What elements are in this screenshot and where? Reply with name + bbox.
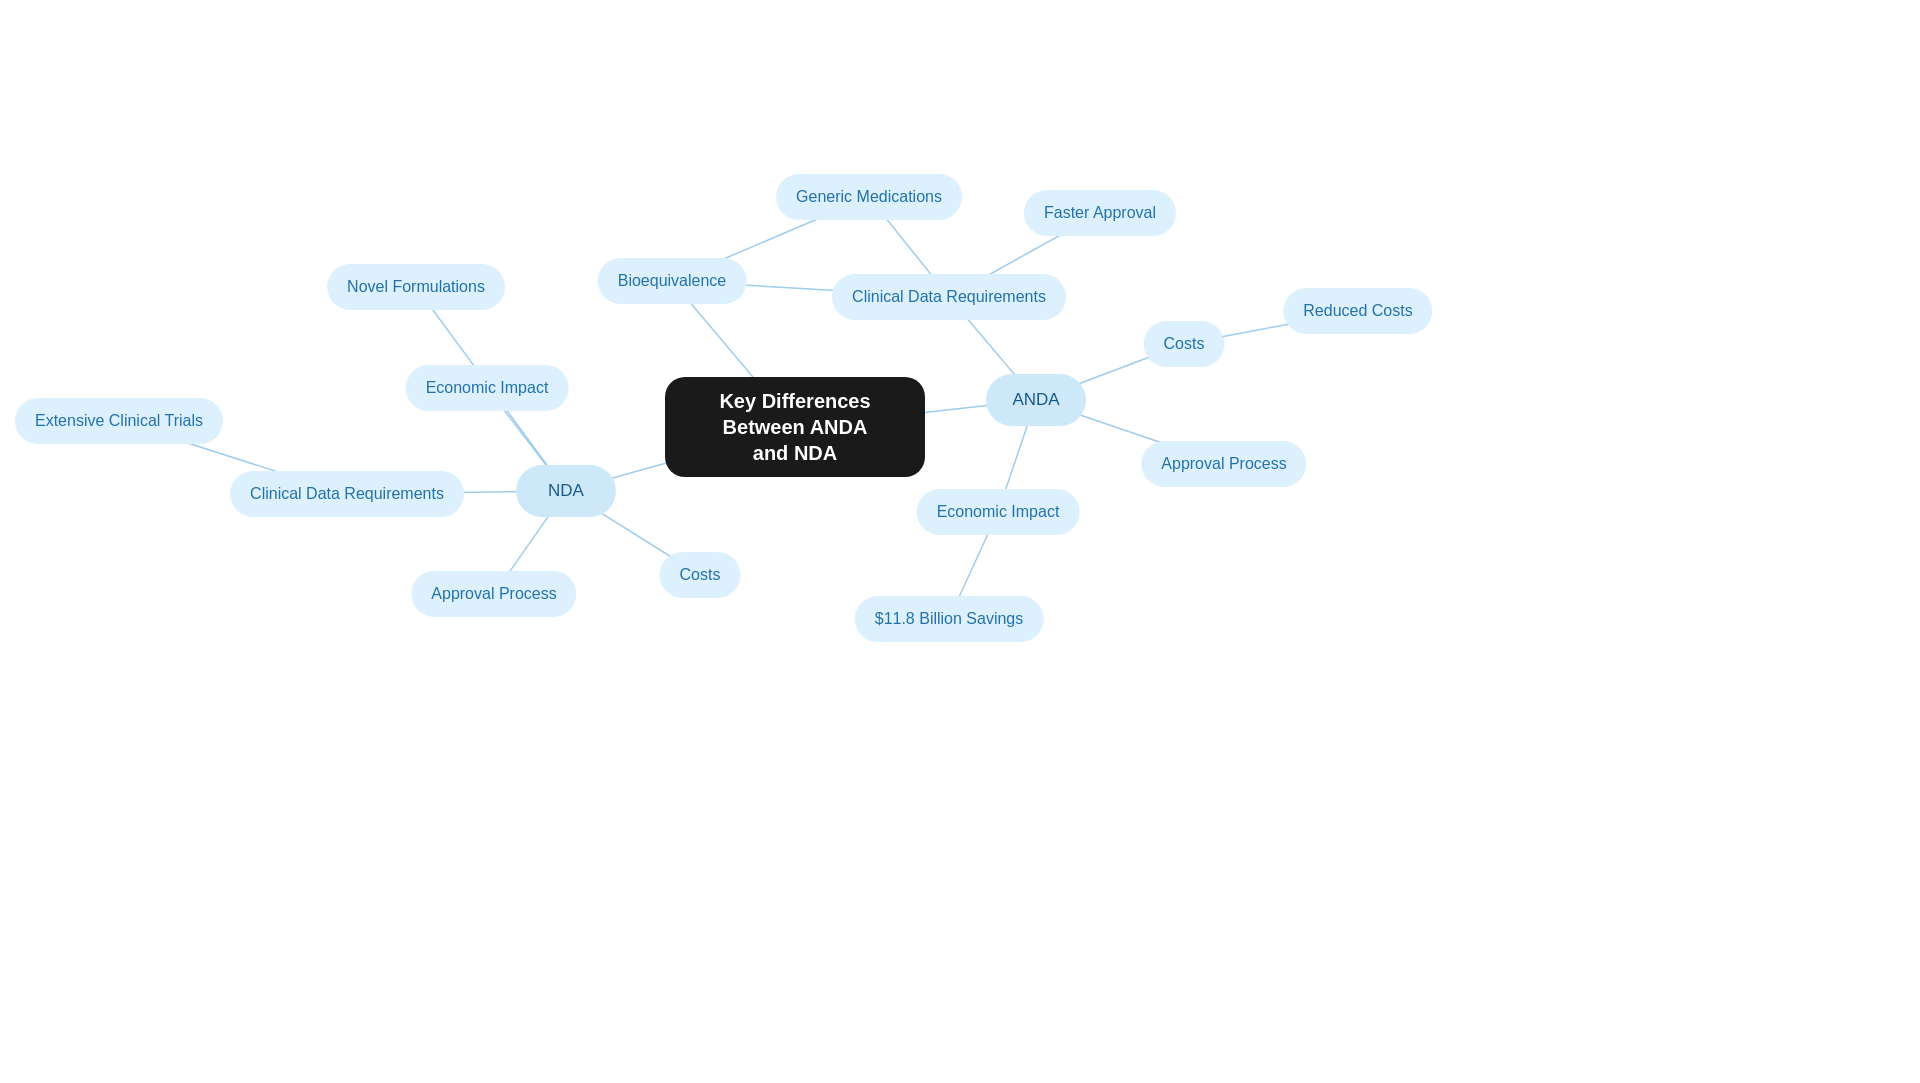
anda-approval-node[interactable]: Approval Process	[1141, 441, 1306, 487]
anda-costs-node[interactable]: Costs	[1144, 321, 1225, 367]
bioequivalence-node[interactable]: Bioequivalence	[598, 258, 747, 304]
anda-economic-label: Economic Impact	[937, 503, 1060, 521]
faster-approval-label: Faster Approval	[1044, 204, 1156, 222]
nda-clinical-label: Clinical Data Requirements	[250, 485, 444, 503]
bioequivalence-label: Bioequivalence	[618, 272, 727, 290]
novel-formulations-node[interactable]: Novel Formulations	[327, 264, 505, 310]
anda-clinical-node[interactable]: Clinical Data Requirements	[832, 274, 1066, 320]
reduced-costs-node[interactable]: Reduced Costs	[1283, 288, 1432, 334]
nda-node[interactable]: NDA	[516, 465, 616, 517]
nda-approval-node[interactable]: Approval Process	[411, 571, 576, 617]
faster-approval-node[interactable]: Faster Approval	[1024, 190, 1176, 236]
savings-node[interactable]: $11.8 Billion Savings	[855, 596, 1044, 642]
nda-clinical-node[interactable]: Clinical Data Requirements	[230, 471, 464, 517]
extensive-clinical-label: Extensive Clinical Trials	[35, 412, 203, 430]
novel-formulations-label: Novel Formulations	[347, 278, 485, 296]
reduced-costs-label: Reduced Costs	[1303, 302, 1412, 320]
nda-costs-node[interactable]: Costs	[660, 552, 741, 598]
nda-approval-label: Approval Process	[431, 585, 556, 603]
center-label: Key Differences Between ANDA and NDA	[685, 388, 905, 466]
nda-label: NDA	[548, 481, 584, 501]
generic-medications-label: Generic Medications	[796, 188, 942, 206]
anda-costs-label: Costs	[1164, 335, 1205, 353]
center-node[interactable]: Key Differences Between ANDA and NDA	[665, 377, 925, 477]
nda-economic-node[interactable]: Economic Impact	[406, 365, 569, 411]
anda-approval-label: Approval Process	[1161, 455, 1286, 473]
nda-economic-label: Economic Impact	[426, 379, 549, 397]
extensive-clinical-node[interactable]: Extensive Clinical Trials	[15, 398, 223, 444]
generic-medications-node[interactable]: Generic Medications	[776, 174, 962, 220]
savings-label: $11.8 Billion Savings	[875, 610, 1024, 628]
anda-economic-node[interactable]: Economic Impact	[917, 489, 1080, 535]
nda-costs-label: Costs	[680, 566, 721, 584]
anda-node[interactable]: ANDA	[986, 374, 1086, 426]
anda-label: ANDA	[1012, 390, 1059, 410]
anda-clinical-label: Clinical Data Requirements	[852, 288, 1046, 306]
